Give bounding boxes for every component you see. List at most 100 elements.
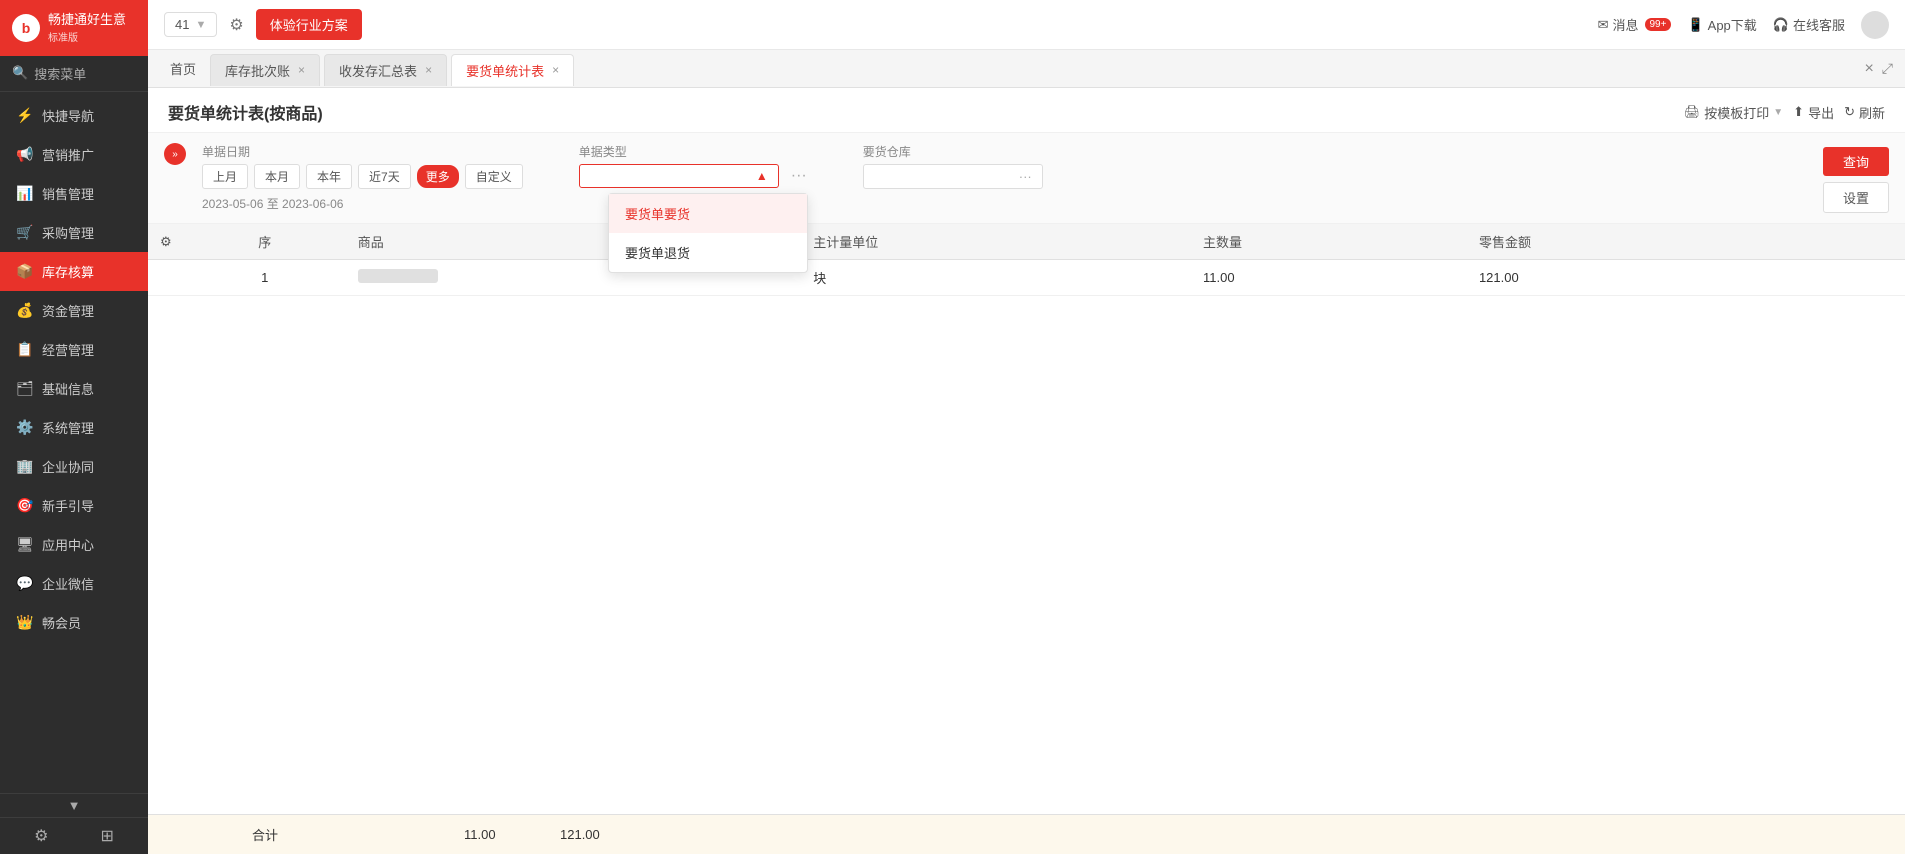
sales-icon: 📊 (16, 184, 34, 202)
refresh-btn[interactable]: ↻ 刷新 (1844, 103, 1885, 122)
settings-bottom-icon[interactable]: ⚙ (34, 826, 48, 846)
date-btn-custom[interactable]: 自定义 (465, 164, 523, 189)
sidebar-label-operation: 经营管理 (42, 340, 94, 359)
tenant-selector[interactable]: 41 ▼ (164, 12, 217, 37)
sidebar-item-finance[interactable]: 💰 资金管理 (0, 291, 148, 330)
query-btn[interactable]: 查询 (1823, 147, 1889, 176)
table-area: ⚙ 序 商品 主计量单位 主数量 零售金额 1 (148, 224, 1905, 814)
sidebar-scroll-down[interactable]: ▼ (0, 793, 148, 817)
footer-amount: 121.00 (548, 827, 612, 842)
date-btn-7days[interactable]: 近7天 (358, 164, 411, 189)
system-icon: ⚙️ (16, 418, 34, 436)
service-icon: 🎧 (1773, 17, 1789, 33)
refresh-icon: ↻ (1844, 104, 1855, 120)
date-filter-group: 单据日期 上月 本月 本年 近7天 更多 自定义 2023-05-06 至 20… (202, 143, 523, 212)
print-caret-icon: ▼ (1773, 107, 1783, 118)
tab-home[interactable]: 首页 (160, 53, 206, 84)
sidebar-item-basic[interactable]: 🗂 基础信息 (0, 369, 148, 408)
sidebar-item-appstore[interactable]: 🖥 应用中心 (0, 525, 148, 564)
window-maximize-btn[interactable]: ⤢ (1882, 60, 1893, 78)
date-btn-more[interactable]: 更多 (417, 165, 459, 188)
sidebar-label-quick-nav: 快捷导航 (42, 106, 94, 125)
topbar: 41 ▼ ⚙ 体验行业方案 ✉ 消息 99+ 📱 App下载 🎧 在线客服 (148, 0, 1905, 50)
topbar-left: 41 ▼ ⚙ 体验行业方案 (164, 9, 362, 40)
sidebar-item-operation[interactable]: 📋 经营管理 (0, 330, 148, 369)
tab-order-stats-label: 要货单统计表 (466, 61, 544, 80)
settings-gear-icon[interactable]: ⚙ (229, 15, 243, 35)
tab-order-stats[interactable]: 要货单统计表 × (451, 54, 574, 86)
print-icon: 🖨 (1684, 104, 1701, 120)
date-btn-this-year[interactable]: 本年 (306, 164, 352, 189)
row-seq: 1 (184, 260, 346, 296)
online-service-btn[interactable]: 🎧 在线客服 (1773, 15, 1845, 34)
date-btn-this-month[interactable]: 本月 (254, 164, 300, 189)
toggle-sidebar-icon[interactable]: ⊞ (101, 826, 114, 846)
warehouse-filter-label: 要货仓库 (863, 143, 1043, 160)
trial-btn[interactable]: 体验行业方案 (256, 9, 362, 40)
sidebar-label-basic: 基础信息 (42, 379, 94, 398)
dropdown-item-return[interactable]: 要货单退货 (609, 233, 807, 272)
filter-expand-btn[interactable]: » (164, 143, 186, 165)
topbar-right: ✉ 消息 99+ 📱 App下载 🎧 在线客服 (1598, 11, 1889, 39)
sidebar-item-sales[interactable]: 📊 销售管理 (0, 174, 148, 213)
finance-icon: 💰 (16, 301, 34, 319)
app-name: 畅捷通好生意 (48, 12, 126, 29)
tabs-bar: 首页 库存批次账 × 收发存汇总表 × 要货单统计表 × × ⤢ (148, 50, 1905, 88)
date-filter-label: 单据日期 (202, 143, 523, 160)
export-btn[interactable]: ⬆ 导出 (1793, 103, 1834, 122)
page-content: 要货单统计表(按商品) 🖨 按模板打印 ▼ ⬆ 导出 ↻ 刷新 » (148, 88, 1905, 854)
sidebar-item-member[interactable]: 👑 畅会员 (0, 603, 148, 642)
sidebar-item-system[interactable]: ⚙️ 系统管理 (0, 408, 148, 447)
row-settings (148, 260, 184, 296)
tab-receivable-summary-label: 收发存汇总表 (339, 61, 417, 80)
dropdown-item-purchase[interactable]: 要货单要货 (609, 194, 807, 233)
tab-batch-accounts-close[interactable]: × (298, 63, 305, 77)
inventory-icon: 📦 (16, 262, 34, 280)
setting-btn[interactable]: 设置 (1823, 182, 1889, 213)
print-template-btn[interactable]: 🖨 按模板打印 ▼ (1684, 103, 1783, 122)
footer-label: 合计 (240, 825, 320, 844)
sidebar-item-purchase[interactable]: 🛒 采购管理 (0, 213, 148, 252)
window-close-btn[interactable]: × (1864, 60, 1873, 78)
tab-batch-accounts[interactable]: 库存批次账 × (210, 54, 320, 86)
tab-receivable-summary-close[interactable]: × (425, 63, 432, 77)
sidebar-item-guide[interactable]: 🎯 新手引导 (0, 486, 148, 525)
print-template-label: 按模板打印 (1704, 103, 1769, 122)
type-select-caret-icon: ▲ (756, 169, 768, 183)
wechat-icon: 💬 (16, 574, 34, 592)
sidebar-search[interactable]: 🔍 搜索菜单 (0, 56, 148, 92)
messages-btn[interactable]: ✉ 消息 99+ (1598, 15, 1672, 34)
logo-icon: b (12, 14, 40, 42)
type-select-dots-icon[interactable]: ··· (791, 167, 807, 185)
sidebar-label-enterprise: 企业协同 (42, 457, 94, 476)
col-settings[interactable]: ⚙ (148, 224, 184, 260)
app-version: 标准版 (48, 29, 126, 44)
table-footer: 合计 11.00 121.00 (148, 814, 1905, 854)
type-select[interactable]: ▲ (579, 164, 779, 188)
tab-order-stats-close[interactable]: × (552, 63, 559, 77)
date-btn-last-month[interactable]: 上月 (202, 164, 248, 189)
sidebar-item-marketing[interactable]: 📢 营销推广 (0, 135, 148, 174)
sidebar-label-wechat: 企业微信 (42, 574, 94, 593)
guide-icon: 🎯 (16, 496, 34, 514)
member-icon: 👑 (16, 613, 34, 631)
refresh-label: 刷新 (1859, 103, 1885, 122)
sidebar-item-quick-nav[interactable]: ⚡ 快捷导航 (0, 96, 148, 135)
sidebar: b 畅捷通好生意 标准版 🔍 搜索菜单 ⚡ 快捷导航 📢 营销推广 📊 销售管理… (0, 0, 148, 854)
tab-receivable-summary[interactable]: 收发存汇总表 × (324, 54, 447, 86)
sidebar-label-system: 系统管理 (42, 418, 94, 437)
row-amount: 121.00 (1467, 260, 1800, 296)
messages-badge: 99+ (1645, 18, 1672, 31)
sidebar-item-wechat[interactable]: 💬 企业微信 (0, 564, 148, 603)
operation-icon: 📋 (16, 340, 34, 358)
user-avatar[interactable] (1861, 11, 1889, 39)
filter-action-group: 查询 设置 (1823, 147, 1889, 213)
warehouse-select[interactable]: ··· (863, 164, 1043, 189)
date-options-row: 上月 本月 本年 近7天 更多 自定义 (202, 164, 523, 189)
sidebar-item-enterprise[interactable]: 🏢 企业协同 (0, 447, 148, 486)
sidebar-label-finance: 资金管理 (42, 301, 94, 320)
data-table: ⚙ 序 商品 主计量单位 主数量 零售金额 1 (148, 224, 1905, 296)
sidebar-label-guide: 新手引导 (42, 496, 94, 515)
app-download-btn[interactable]: 📱 App下载 (1687, 15, 1756, 34)
sidebar-item-inventory[interactable]: 📦 库存核算 (0, 252, 148, 291)
